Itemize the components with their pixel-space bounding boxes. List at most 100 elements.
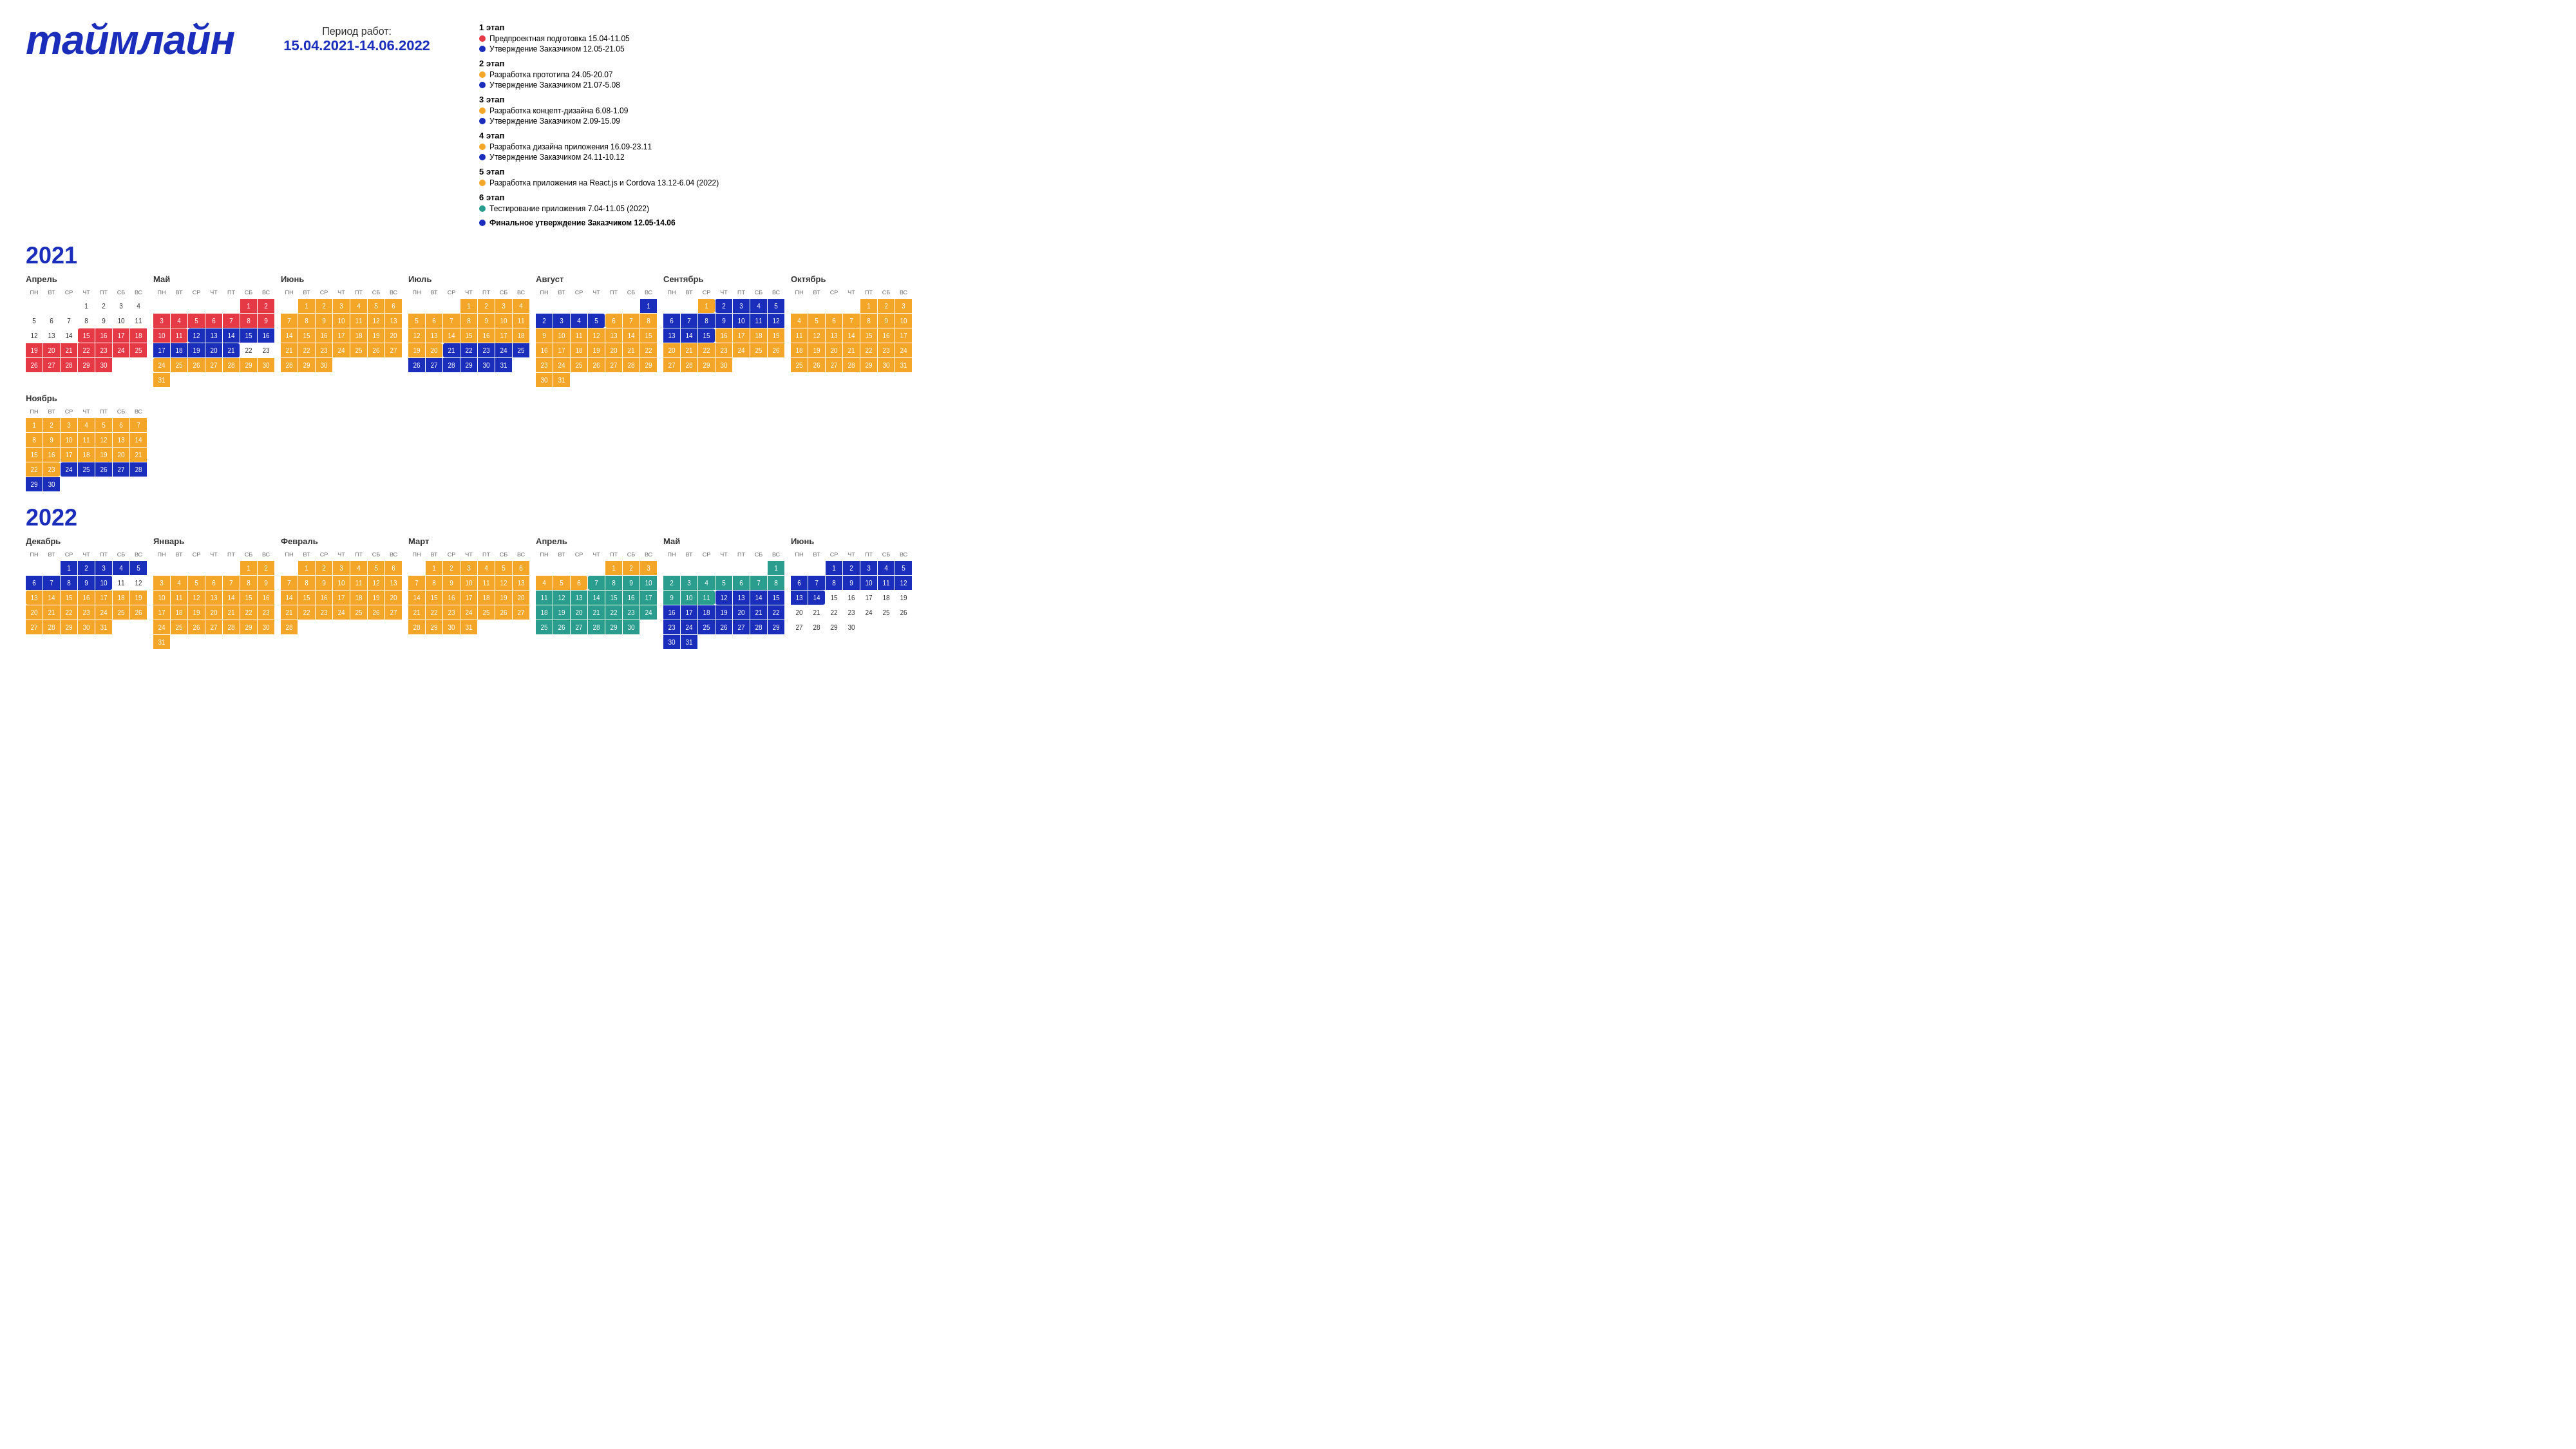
cal-header-day: ПН [26, 287, 43, 298]
cal-cell: 27 [513, 605, 529, 620]
cal-cell: 13 [113, 433, 129, 447]
cal-header-day: ПН [281, 287, 298, 298]
cal-cell: 26 [895, 605, 912, 620]
cal-title: Апрель [536, 536, 657, 546]
cal-cell: 23 [878, 343, 895, 357]
cal-cell: 20 [43, 343, 60, 357]
cal-cell: 11 [878, 576, 895, 590]
cal-header-day: СР [443, 549, 460, 560]
cal-grid: ПНВТСРЧТПТСБВС12345678910111213141516171… [663, 549, 784, 649]
cal-cell: 25 [171, 358, 187, 372]
cal-cell: 13 [26, 591, 43, 605]
cal-cell-empty [733, 561, 750, 575]
cal-header-day: ВТ [553, 549, 570, 560]
cal-cell: 7 [750, 576, 767, 590]
cal-cell: 13 [385, 314, 402, 328]
cal-title: Ноябрь [26, 393, 147, 403]
cal-header-day: ПН [281, 549, 298, 560]
cal-cell: 14 [281, 328, 298, 343]
cal-header-day: СР [826, 287, 842, 298]
cal-cell-empty [223, 561, 240, 575]
cal-cell: 13 [571, 591, 587, 605]
cal-cell: 15 [298, 591, 315, 605]
cal-cell: 11 [478, 576, 495, 590]
year-2022: 2022 [26, 504, 940, 531]
cal-cell: 20 [26, 605, 43, 620]
cal-cell-empty [750, 561, 767, 575]
cal-cell: 12 [130, 576, 147, 590]
cal-cell: 3 [460, 561, 477, 575]
cal-cell: 9 [258, 576, 274, 590]
cal-cell: 2 [443, 561, 460, 575]
cal-cell: 24 [640, 605, 657, 620]
cal-header-day: ПТ [95, 287, 112, 298]
cal-cell: 3 [333, 299, 350, 313]
cal-cell: 2 [95, 299, 112, 313]
cal-cell: 26 [715, 620, 732, 634]
cal-header-day: ВС [130, 287, 147, 298]
cal-cell: 4 [536, 576, 553, 590]
cal-cell: 18 [130, 328, 147, 343]
cal-cell: 12 [95, 433, 112, 447]
cal-cell: 15 [26, 448, 43, 462]
cal-cell: 29 [298, 358, 315, 372]
cal-header-day: ВС [385, 549, 402, 560]
cal-cell: 4 [698, 576, 715, 590]
cal-cell: 29 [240, 620, 257, 634]
dot-blue-1 [479, 46, 486, 52]
cal-cell: 6 [113, 418, 129, 432]
cal-cell: 11 [171, 591, 187, 605]
cal-cell: 10 [460, 576, 477, 590]
cal-header-day: ЧТ [588, 287, 605, 298]
cal-header-day: СР [316, 287, 332, 298]
cal-cell: 8 [640, 314, 657, 328]
cal-header-day: ЧТ [715, 549, 732, 560]
cal-cell: 16 [258, 328, 274, 343]
dot-blue-3 [479, 118, 486, 124]
cal-cell: 28 [130, 462, 147, 477]
cal-cell-empty [681, 299, 697, 313]
cal-cell: 9 [478, 314, 495, 328]
legend-section-5: 5 этап Разработка приложения на React.js… [479, 167, 940, 187]
cal-cell: 7 [408, 576, 425, 590]
cal-header-day: ЧТ [78, 406, 95, 417]
cal-cell: 2 [316, 299, 332, 313]
cal-cell: 18 [171, 343, 187, 357]
cal-header-day: ЧТ [333, 549, 350, 560]
cal-cell-empty [681, 561, 697, 575]
cal-cell: 30 [878, 358, 895, 372]
cal-cell: 20 [605, 343, 622, 357]
cal-cell: 27 [605, 358, 622, 372]
section-2021: 2021 АпрельПНВТСРЧТПТСБВС123456789101112… [26, 239, 940, 501]
cal-cell: 30 [258, 620, 274, 634]
calendar-апрель: АпрельПНВТСРЧТПТСБВС12345678910111213141… [536, 536, 657, 649]
cal-cell: 31 [495, 358, 512, 372]
cal-cell: 9 [878, 314, 895, 328]
cal-cell: 13 [426, 328, 442, 343]
cal-cell: 28 [281, 358, 298, 372]
cal-cell: 9 [316, 314, 332, 328]
cal-header-day: ЧТ [78, 287, 95, 298]
cal-cell: 19 [495, 591, 512, 605]
cal-cell-empty [791, 561, 808, 575]
cal-cell: 26 [95, 462, 112, 477]
cal-cell: 29 [860, 358, 877, 372]
cal-cell: 22 [640, 343, 657, 357]
cal-cell: 22 [240, 343, 257, 357]
cal-cell: 20 [791, 605, 808, 620]
cal-cell: 21 [43, 605, 60, 620]
legend-item-3-2: Утверждение Заказчиком 2.09-15.09 [479, 117, 940, 126]
cal-cell: 9 [43, 433, 60, 447]
cal-cell: 7 [808, 576, 825, 590]
cal-cell: 14 [408, 591, 425, 605]
cal-cell: 4 [878, 561, 895, 575]
cal-cell-empty [843, 299, 860, 313]
cal-cell-empty [188, 299, 205, 313]
cal-cell: 13 [605, 328, 622, 343]
cal-header-day: ПН [536, 549, 553, 560]
cal-header-day: ПН [408, 287, 425, 298]
cal-grid: ПНВТСРЧТПТСБВС12345678910111213141516171… [26, 406, 147, 491]
cal-header-day: ПН [663, 549, 680, 560]
cal-cell: 19 [715, 605, 732, 620]
cal-cell: 29 [426, 620, 442, 634]
